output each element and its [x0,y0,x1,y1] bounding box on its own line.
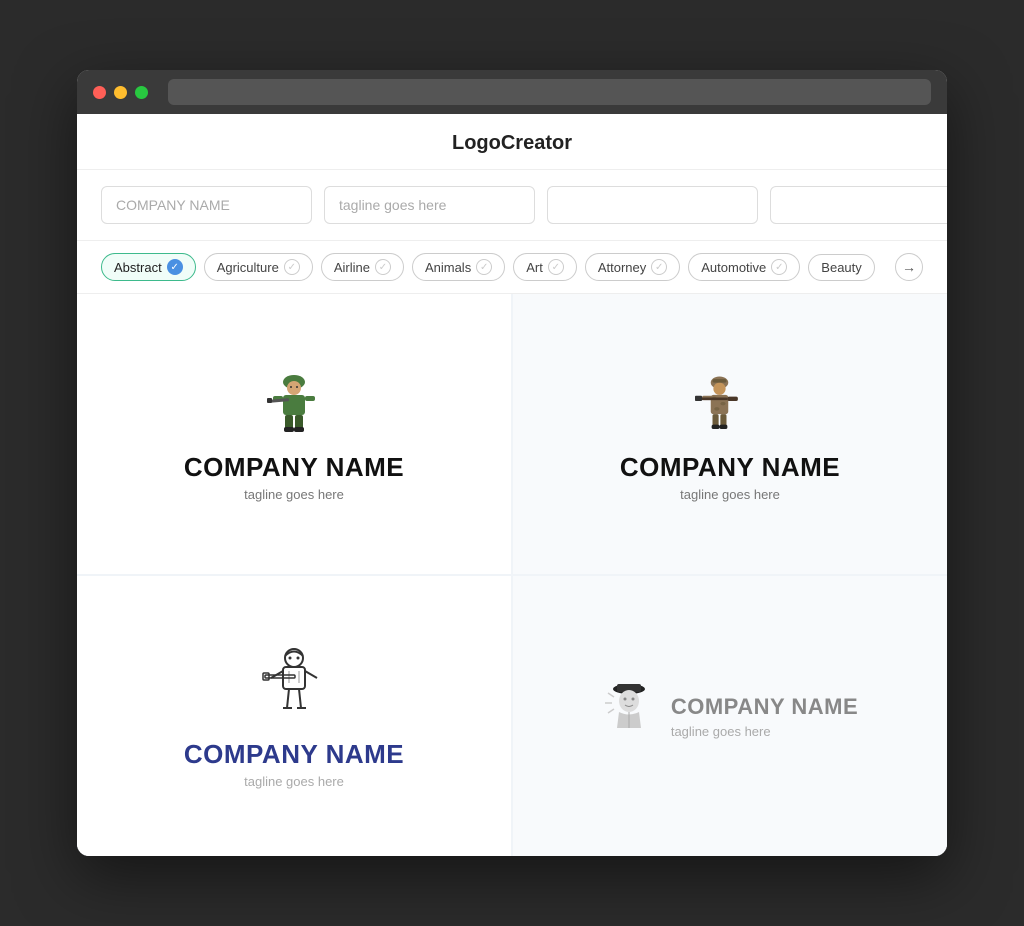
check-icon-animals: ✓ [476,259,492,275]
filter-chip-airline[interactable]: Airline ✓ [321,253,404,281]
app-title: LogoCreator [452,132,572,154]
app-window: LogoCreator SEARCH Abstract ✓ Agricultur… [77,70,947,856]
filter-chip-automotive[interactable]: Automotive ✓ [688,253,800,281]
filter-label-agriculture: Agriculture [217,260,279,275]
logo-icon-3 [259,643,329,723]
search-bar: SEARCH [77,170,947,241]
app-header: LogoCreator [77,114,947,170]
check-icon-automotive: ✓ [771,259,787,275]
filter-bar: Abstract ✓ Agriculture ✓ Airline ✓ Anima… [77,241,947,294]
filter-label-beauty: Beauty [821,260,861,275]
check-icon-art: ✓ [548,259,564,275]
logo-4-company-name: COMPANY NAME [671,694,858,720]
logo-card-1[interactable]: COMPANY NAME tagline goes here [77,294,511,574]
check-icon-agriculture: ✓ [284,259,300,275]
filter-next-button[interactable]: → [895,253,923,281]
logo-4-text-group: COMPANY NAME tagline goes here [671,694,858,739]
minimize-button[interactable] [114,86,127,99]
filter-chip-agriculture[interactable]: Agriculture ✓ [204,253,313,281]
logo-grid: COMPANY NAME tagline goes here [77,294,947,856]
tagline-input[interactable] [324,186,535,224]
fullscreen-button[interactable] [135,86,148,99]
logo-3-company-name: COMPANY NAME [184,739,404,770]
logo-3-tagline: tagline goes here [244,774,344,789]
filter-label-art: Art [526,260,543,275]
logo-1-tagline: tagline goes here [244,487,344,502]
filter-label-animals: Animals [425,260,471,275]
logo-icon-4 [602,673,657,743]
logo-2-company-name: COMPANY NAME [620,452,840,483]
filter-label-automotive: Automotive [701,260,766,275]
filter-chip-abstract[interactable]: Abstract ✓ [101,253,196,281]
filter-chip-beauty[interactable]: Beauty [808,254,874,281]
filter-chip-art[interactable]: Art ✓ [513,253,577,281]
filter-label-airline: Airline [334,260,370,275]
check-icon-abstract: ✓ [167,259,183,275]
logo-2-tagline: tagline goes here [680,487,780,502]
filter-label-attorney: Attorney [598,260,646,275]
filter-label-abstract: Abstract [114,260,162,275]
logo-icon-2 [695,366,765,436]
search-field-3[interactable] [547,186,758,224]
logo-card-3[interactable]: COMPANY NAME tagline goes here [77,576,511,856]
logo-icon-1 [259,366,329,436]
address-bar [168,79,931,105]
filter-chip-attorney[interactable]: Attorney ✓ [585,253,680,281]
logo-card-4[interactable]: COMPANY NAME tagline goes here [513,576,947,856]
company-name-input[interactable] [101,186,312,224]
check-icon-attorney: ✓ [651,259,667,275]
filter-chip-animals[interactable]: Animals ✓ [412,253,505,281]
close-button[interactable] [93,86,106,99]
check-icon-airline: ✓ [375,259,391,275]
logo-card-2[interactable]: COMPANY NAME tagline goes here [513,294,947,574]
title-bar [77,70,947,114]
logo-4-tagline: tagline goes here [671,724,858,739]
logo-1-company-name: COMPANY NAME [184,452,404,483]
search-field-4[interactable] [770,186,947,224]
